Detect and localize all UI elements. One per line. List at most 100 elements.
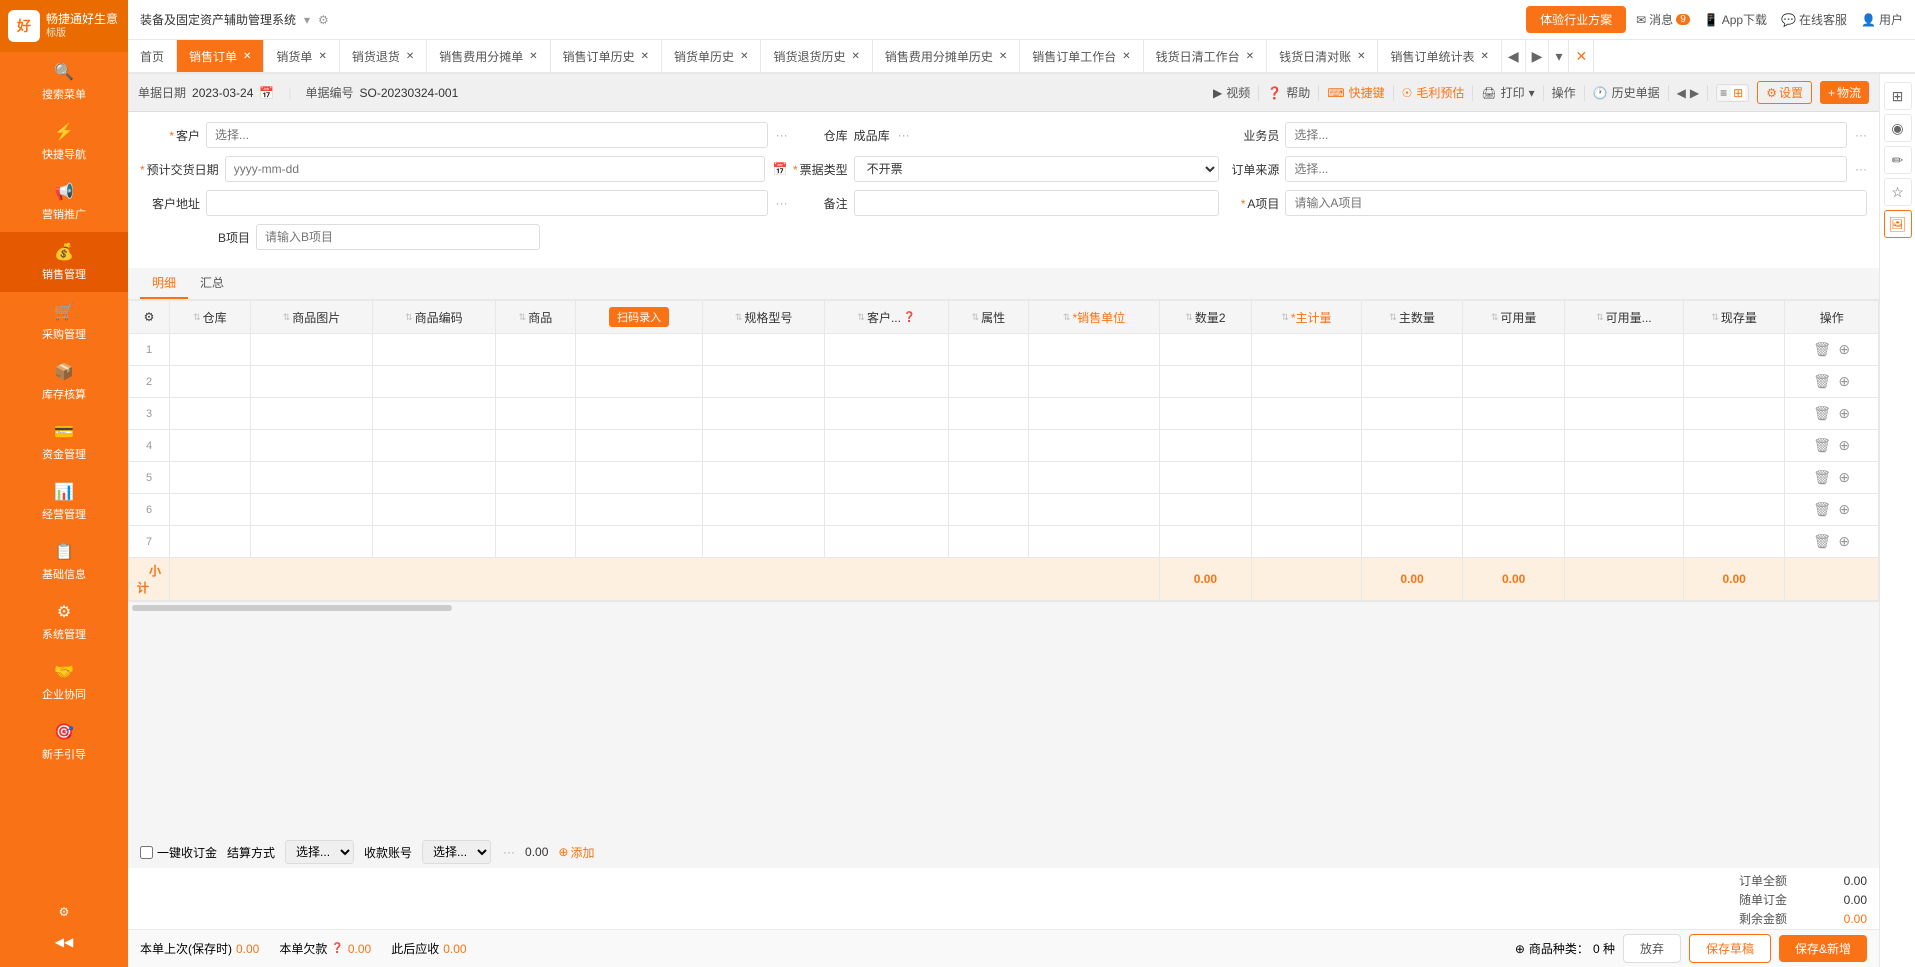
tab-summary[interactable]: 汇总: [188, 268, 236, 299]
customer-more-icon[interactable]: ···: [776, 128, 788, 142]
warehouse-more-icon[interactable]: ···: [898, 128, 910, 142]
horizontal-scrollbar[interactable]: [132, 605, 452, 611]
th-spec[interactable]: ⇅规格型号: [702, 301, 824, 334]
tab-close-order-history[interactable]: ✕: [641, 51, 649, 62]
online-service-btn[interactable]: 💬 在线客服: [1781, 11, 1847, 28]
next-record-icon[interactable]: ▶: [1690, 86, 1699, 100]
delete-icon[interactable]: 🗑: [1813, 501, 1831, 517]
delete-icon[interactable]: 🗑: [1813, 533, 1831, 549]
addr-more-icon[interactable]: ···: [776, 196, 788, 210]
calendar-icon[interactable]: 📅: [259, 86, 274, 100]
help-btn[interactable]: ❓ 帮助: [1267, 84, 1310, 101]
message-btn[interactable]: ✉ 消息 9: [1636, 11, 1690, 28]
invoice-type-select[interactable]: 不开票: [854, 156, 1220, 182]
operations-btn[interactable]: 操作: [1552, 84, 1576, 101]
th-qty2[interactable]: ⇅数量2: [1159, 301, 1251, 334]
tab-expense-history[interactable]: 销售费用分摊单历史 ✕: [873, 40, 1020, 73]
save-draft-button[interactable]: 保存草稿: [1689, 934, 1771, 963]
copy-icon[interactable]: ⊕: [1838, 437, 1850, 453]
remark-input[interactable]: [854, 190, 1220, 216]
tab-close-return-history[interactable]: ✕: [851, 51, 859, 62]
delete-icon[interactable]: 🗑: [1813, 469, 1831, 485]
th-warehouse[interactable]: ⇅仓库: [170, 301, 251, 334]
th-available[interactable]: ⇅可用量: [1463, 301, 1565, 334]
settings-icon[interactable]: ⚙: [318, 13, 329, 27]
save-new-button[interactable]: 保存&新增: [1779, 935, 1867, 962]
sidebar-item-guide[interactable]: 🎯 新手引导: [0, 712, 128, 772]
th-settings[interactable]: ⚙: [129, 301, 170, 334]
right-panel-btn-3[interactable]: ✏: [1884, 146, 1912, 174]
copy-icon[interactable]: ⊕: [1838, 533, 1850, 549]
tab-order-workbench[interactable]: 销售订单工作台 ✕: [1020, 40, 1143, 73]
tab-order-report[interactable]: 销售订单统计表 ✕: [1378, 40, 1501, 73]
tab-nav-next[interactable]: ▶: [1526, 40, 1550, 73]
copy-icon[interactable]: ⊕: [1838, 405, 1850, 421]
delivery-calendar-icon[interactable]: 📅: [773, 162, 788, 176]
th-customer-code[interactable]: ⇅客户...❓: [825, 301, 948, 334]
tab-close-sales-return[interactable]: ✕: [406, 51, 414, 62]
dropdown-arrow-icon[interactable]: ▾: [304, 13, 310, 27]
th-code[interactable]: ⇅商品编码: [373, 301, 495, 334]
th-main-qty[interactable]: ⇅主数量: [1361, 301, 1463, 334]
scan-input-btn[interactable]: 扫码录入: [609, 307, 669, 327]
order-source-more-icon[interactable]: ···: [1855, 162, 1867, 176]
grid-view-icon[interactable]: ⊞: [1731, 86, 1745, 100]
delete-icon[interactable]: 🗑: [1813, 437, 1831, 453]
sidebar-settings[interactable]: ⚙: [0, 897, 128, 927]
solution-button[interactable]: 体验行业方案: [1526, 6, 1626, 33]
delete-icon[interactable]: 🗑: [1813, 373, 1831, 389]
history-btn[interactable]: 🕐 历史单据: [1593, 84, 1660, 101]
sidebar-item-enterprise[interactable]: 🤝 企业协同: [0, 652, 128, 712]
th-scan[interactable]: 扫码录入: [576, 301, 703, 334]
prev-record-icon[interactable]: ◀: [1677, 86, 1686, 100]
tab-close-all[interactable]: ✕: [1569, 40, 1594, 73]
right-panel-btn-5[interactable]: 🖼: [1884, 210, 1912, 238]
scrollbar-area[interactable]: [128, 601, 1879, 613]
sidebar-item-system[interactable]: ⚙ 系统管理: [0, 592, 128, 652]
project-b-input[interactable]: [256, 224, 540, 250]
sidebar-item-sales[interactable]: 💰 销售管理: [0, 232, 128, 292]
tab-close-cash-reconcile[interactable]: ✕: [1357, 51, 1365, 62]
tab-slip-history[interactable]: 销货单历史 ✕: [662, 40, 761, 73]
sidebar-item-marketing[interactable]: 📢 营销推广: [0, 172, 128, 232]
copy-icon[interactable]: ⊕: [1838, 341, 1850, 357]
copy-icon[interactable]: ⊕: [1838, 469, 1850, 485]
tab-close-sales-slip[interactable]: ✕: [318, 51, 326, 62]
app-download-btn[interactable]: 📱 App下载: [1704, 11, 1767, 28]
sidebar-item-search[interactable]: 🔍 搜索菜单: [0, 52, 128, 112]
list-view-icon[interactable]: ≡: [1720, 86, 1727, 100]
tab-close-order-workbench[interactable]: ✕: [1122, 51, 1130, 62]
copy-icon[interactable]: ⊕: [1838, 501, 1850, 517]
order-source-input[interactable]: [1285, 156, 1847, 182]
th-product[interactable]: ⇅商品: [495, 301, 576, 334]
tab-sales-order[interactable]: 销售订单 ✕: [177, 40, 264, 73]
tab-close-cash-workbench[interactable]: ✕: [1246, 51, 1254, 62]
right-panel-btn-1[interactable]: ⊞: [1884, 82, 1912, 110]
tab-order-history[interactable]: 销售订单历史 ✕: [551, 40, 662, 73]
view-btn[interactable]: ▶ 视频: [1213, 84, 1250, 101]
sidebar-item-inventory[interactable]: 📦 库存核算: [0, 352, 128, 412]
tab-sales-expense[interactable]: 销售费用分摊单 ✕: [427, 40, 550, 73]
right-panel-btn-2[interactable]: ◉: [1884, 114, 1912, 142]
copy-icon[interactable]: ⊕: [1838, 373, 1850, 389]
tab-close-slip-history[interactable]: ✕: [740, 51, 748, 62]
tab-cash-reconcile[interactable]: 钱货日清对账 ✕: [1267, 40, 1378, 73]
salesperson-more-icon[interactable]: ···: [1855, 128, 1867, 142]
tab-detail[interactable]: 明细: [140, 268, 188, 299]
tab-close-expense-history[interactable]: ✕: [999, 51, 1007, 62]
customer-addr-input[interactable]: [206, 190, 768, 216]
tab-close-sales-expense[interactable]: ✕: [529, 51, 537, 62]
delete-icon[interactable]: 🗑: [1813, 405, 1831, 421]
sidebar-item-basic[interactable]: 📋 基础信息: [0, 532, 128, 592]
sidebar-item-operation[interactable]: 📊 经营管理: [0, 472, 128, 532]
customer-input[interactable]: [206, 122, 768, 148]
th-main-unit[interactable]: ⇅*主计量: [1252, 301, 1362, 334]
settings-btn[interactable]: ⚙ 设置: [1757, 81, 1812, 104]
th-attr[interactable]: ⇅属性: [948, 301, 1029, 334]
th-stock[interactable]: ⇅现存量: [1683, 301, 1785, 334]
tab-cash-workbench[interactable]: 钱货日清工作台 ✕: [1144, 40, 1267, 73]
discard-button[interactable]: 放弃: [1623, 934, 1681, 963]
sidebar-item-nav[interactable]: ⚡ 快捷导航: [0, 112, 128, 172]
tab-close-sales-order[interactable]: ✕: [243, 51, 251, 62]
salesperson-input[interactable]: [1285, 122, 1847, 148]
